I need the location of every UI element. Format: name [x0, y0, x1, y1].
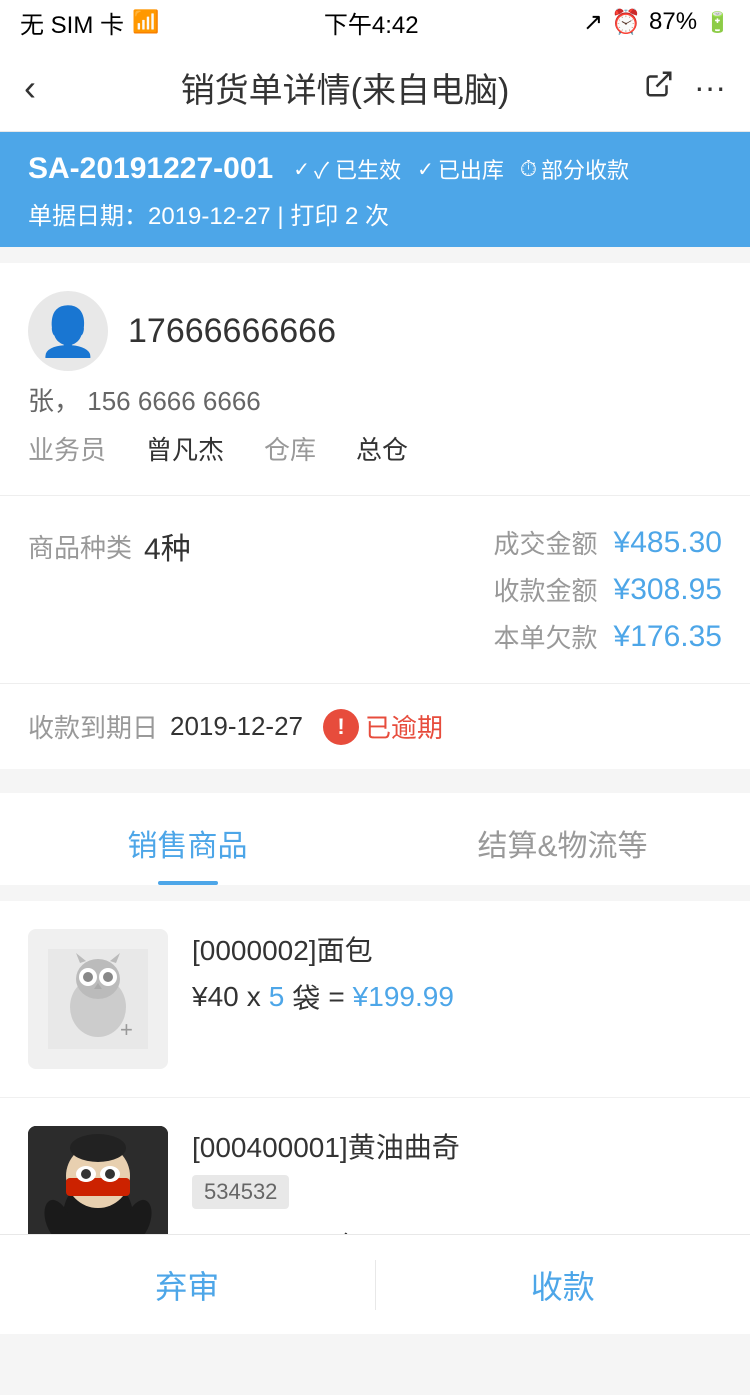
product-item: + [0000002]面包 ¥40 x 5 袋 = ¥199.99 — [0, 901, 750, 1098]
tabs-row: 销售商品 结算&物流等 — [0, 793, 750, 885]
nav-right-icons: ··· — [644, 69, 726, 107]
order-number-row: SA-20191227-001 ✓ ✓ 已生效 ✓ 已出库 ⏱ 部分收款 — [28, 152, 722, 186]
deal-amount-value: ¥485.30 — [614, 526, 722, 560]
back-button[interactable]: ‹ — [14, 57, 46, 119]
location-icon: ↗ — [583, 8, 603, 37]
summary-left: 商品种类 4种 — [28, 524, 191, 568]
battery-icon: 🔋 — [705, 10, 730, 35]
customer-sub: 张， 156 6666 6666 — [28, 381, 722, 418]
tab-settlement-label: 结算&物流等 — [477, 830, 647, 863]
status-left: 无 SIM 卡 📶 — [20, 5, 159, 40]
status-bar: 无 SIM 卡 📶 下午4:42 ↗ ⏰ 87% 🔋 — [0, 0, 750, 44]
bottom-bar: 弃审 收款 — [0, 1234, 750, 1334]
multiply-icon-1: x — [247, 981, 261, 1013]
product-name-2: [000400001]黄油曲奇 — [192, 1126, 722, 1166]
share-icon[interactable] — [644, 69, 674, 107]
product-thumb-1: + — [28, 929, 168, 1069]
check-icon-2: ✓ — [417, 157, 434, 182]
customer-mobile: 156 6666 6666 — [87, 386, 261, 416]
check-icon-1: ✓ — [293, 157, 310, 182]
order-meta: 单据日期：2019-12-27 | 打印 2 次 — [28, 196, 722, 231]
debt-amount-value: ¥176.35 — [614, 620, 722, 654]
confirm-label: 收款 — [531, 1262, 595, 1308]
customer-row: 👤 17666666666 — [28, 291, 722, 371]
overdue-icon: ! — [323, 709, 359, 745]
deal-amount-row: 成交金额 ¥485.30 — [494, 524, 722, 561]
tab-indicator — [158, 881, 218, 885]
tab-settlement[interactable]: 结算&物流等 — [375, 793, 750, 885]
overdue-badge: ! 已逾期 — [323, 708, 443, 745]
order-badges: ✓ ✓ 已生效 ✓ 已出库 ⏱ 部分收款 — [293, 153, 629, 185]
sales-value: 曾凡杰 — [146, 430, 224, 467]
tab-sales-label: 销售商品 — [128, 830, 248, 863]
badge-partial: ⏱ 部分收款 — [520, 153, 629, 185]
sales-label: 业务员 — [28, 430, 106, 467]
due-date-label: 收款到期日 — [28, 708, 158, 745]
types-value: 4种 — [144, 524, 191, 568]
product-tag-2: 534532 — [192, 1175, 289, 1209]
cancel-button[interactable]: 弃审 — [0, 1235, 375, 1334]
confirm-button[interactable]: 收款 — [376, 1235, 750, 1334]
price-base-1: ¥40 — [192, 981, 239, 1013]
summary-right: 成交金额 ¥485.30 收款金额 ¥308.95 本单欠款 ¥176.35 — [494, 524, 722, 655]
wifi-icon: 📶 — [132, 9, 159, 35]
customer-phone: 17666666666 — [128, 312, 336, 351]
avatar-icon: 👤 — [38, 303, 98, 360]
tab-sales-products[interactable]: 销售商品 — [0, 793, 375, 885]
summary-row: 商品种类 4种 成交金额 ¥485.30 收款金额 ¥308.95 本单欠款 ¥… — [28, 524, 722, 655]
avatar: 👤 — [28, 291, 108, 371]
product-code-2: [000400001] — [192, 1132, 348, 1163]
debt-amount-row: 本单欠款 ¥176.35 — [494, 618, 722, 655]
warehouse-value: 总仓 — [356, 430, 408, 467]
time-display: 下午4:42 — [324, 5, 419, 40]
debt-amount-label: 本单欠款 — [494, 618, 598, 655]
summary-section: 商品种类 4种 成交金额 ¥485.30 收款金额 ¥308.95 本单欠款 ¥… — [0, 496, 750, 683]
product-tag-wrapper: 534532 — [192, 1174, 722, 1219]
overdue-text: 已逾期 — [365, 708, 443, 745]
section-divider — [0, 769, 750, 785]
product-price-row-1: ¥40 x 5 袋 = ¥199.99 — [192, 977, 722, 1017]
product-name-1: [0000002]面包 — [192, 929, 722, 969]
price-total-1: ¥199.99 — [353, 981, 454, 1013]
svg-text:+: + — [120, 1017, 133, 1042]
types-label: 商品种类 — [28, 528, 132, 565]
warehouse-label: 仓库 — [264, 430, 316, 467]
deal-amount-label: 成交金额 — [494, 524, 598, 561]
receipt-amount-value: ¥308.95 — [614, 573, 722, 607]
badge-shipped: ✓ 已出库 — [417, 153, 504, 185]
tabs-section: 销售商品 结算&物流等 — [0, 785, 750, 885]
customer-name-text: 张 — [28, 386, 54, 416]
product-code-1: [0000002] — [192, 935, 317, 966]
more-icon[interactable]: ··· — [694, 69, 726, 106]
customer-section: 👤 17666666666 张， 156 6666 6666 业务员 曾凡杰 仓… — [0, 263, 750, 495]
customer-detail-row: 业务员 曾凡杰 仓库 总仓 — [28, 430, 722, 467]
badge-effective: ✓ ✓ 已生效 — [293, 153, 401, 185]
alarm-icon: ⏰ — [611, 8, 641, 37]
due-date-value: 2019-12-27 — [170, 711, 303, 742]
price-qty-1: 5 — [269, 981, 285, 1013]
order-header-banner: SA-20191227-001 ✓ ✓ 已生效 ✓ 已出库 ⏱ 部分收款 单据日… — [0, 132, 750, 247]
product-info-1: [0000002]面包 ¥40 x 5 袋 = ¥199.99 — [192, 929, 722, 1017]
cancel-label: 弃审 — [155, 1262, 219, 1308]
battery-label: 87% — [649, 8, 697, 36]
nav-bar: ‹ 销货单详情(来自电脑) ··· — [0, 44, 750, 132]
due-date-section: 收款到期日 2019-12-27 ! 已逾期 — [0, 684, 750, 769]
sim-label: 无 SIM 卡 — [20, 5, 124, 40]
equals-1: = — [328, 981, 344, 1013]
unit-1: 袋 — [292, 977, 320, 1017]
status-right: ↗ ⏰ 87% 🔋 — [583, 8, 730, 37]
receipt-amount-label: 收款金额 — [494, 571, 598, 608]
order-number: SA-20191227-001 — [28, 152, 273, 186]
clock-icon: ⏱ — [520, 156, 537, 182]
page-title: 销货单详情(来自电脑) — [46, 63, 644, 112]
receipt-amount-row: 收款金额 ¥308.95 — [494, 571, 722, 608]
